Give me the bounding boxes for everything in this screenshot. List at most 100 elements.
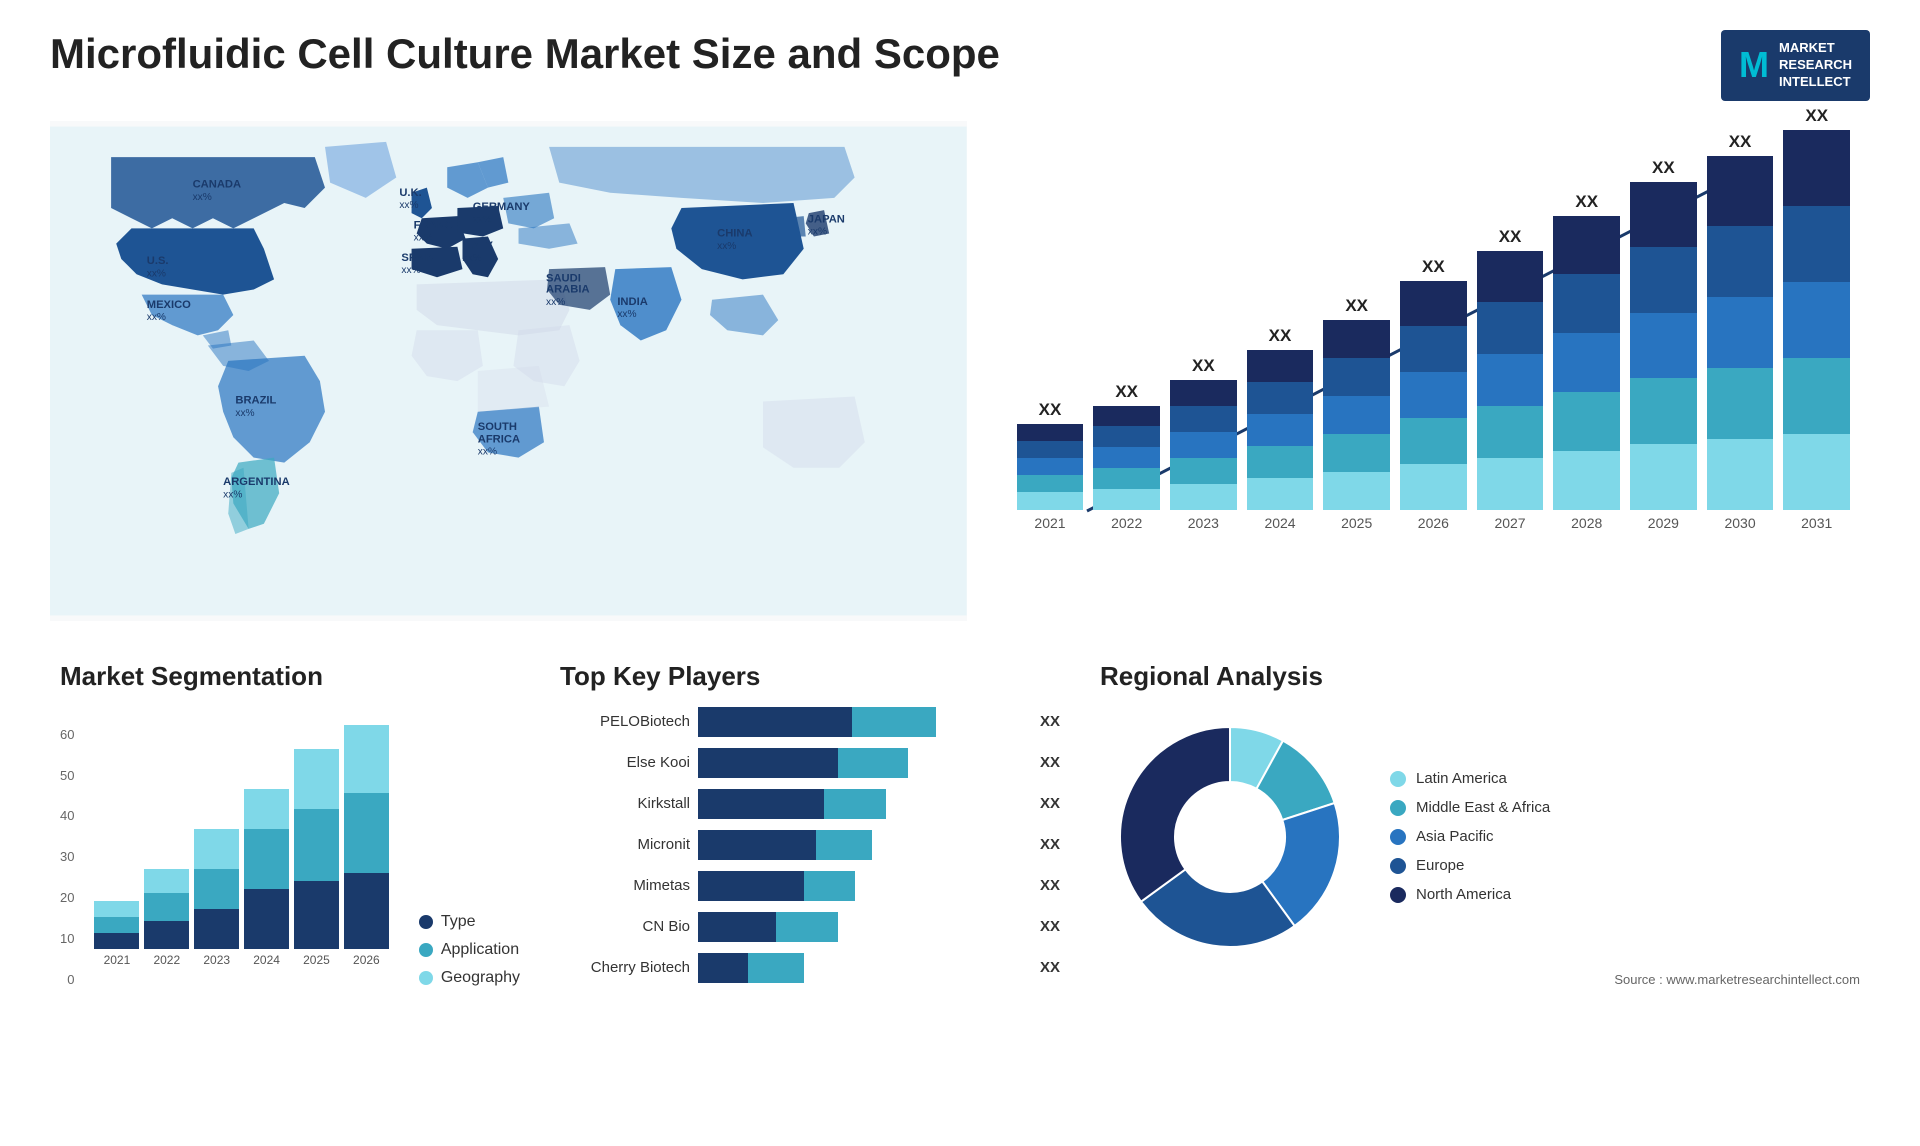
label-india: INDIA (617, 295, 647, 307)
player-bar (698, 830, 872, 860)
regional-container: Regional Analysis Latin America Middle Ea… (1090, 651, 1870, 1031)
players-container: Top Key Players PELOBiotechXXElse KooiXX… (550, 651, 1070, 1031)
label-saudi2: ARABIA (546, 283, 590, 295)
seg-segment (144, 921, 189, 949)
bar-segment (1017, 475, 1084, 492)
seg-bar-group: 2025 (294, 749, 339, 967)
bar-segment (1170, 484, 1237, 510)
bar-segment (1553, 333, 1620, 392)
label-spain-val: xx% (401, 265, 420, 276)
bar-segment (1477, 251, 1544, 303)
bar-segment (1553, 392, 1620, 451)
reg-legend-item: North America (1390, 886, 1550, 903)
seg-legend-item: Type (419, 913, 520, 931)
player-xx-label: XX (1040, 713, 1060, 730)
label-spain: SPAIN (401, 252, 434, 264)
bar-segment (1630, 378, 1697, 444)
bar-top-label: XX (1345, 296, 1368, 316)
player-bar-container (698, 871, 1024, 901)
logo-text: MARKET RESEARCH INTELLECT (1779, 40, 1852, 91)
bar-segment (1477, 354, 1544, 406)
seg-year-label: 2024 (253, 953, 280, 967)
bar-segment (1247, 478, 1314, 510)
bar-year-label: 2029 (1648, 515, 1679, 531)
label-us-val: xx% (147, 268, 166, 279)
player-bar (698, 748, 908, 778)
bar-stack (1553, 216, 1620, 510)
label-southafrica2: AFRICA (478, 433, 520, 445)
bar-segment (1477, 302, 1544, 354)
label-japan: JAPAN (808, 213, 845, 225)
seg-bar-group: 2026 (344, 725, 389, 967)
seg-segment (294, 809, 339, 881)
label-canada-val: xx% (193, 192, 212, 203)
reg-legend-item: Asia Pacific (1390, 828, 1550, 845)
bar-stack (1017, 424, 1084, 510)
bar-stack (1783, 130, 1850, 510)
donut-segment (1120, 727, 1230, 902)
bar-segment (1707, 368, 1774, 439)
bar-group: XX2028 (1553, 192, 1620, 531)
bar-top-label: XX (1269, 326, 1292, 346)
bar-segment (1783, 282, 1850, 358)
bar-group: XX2031 (1783, 106, 1850, 531)
bar-segment (1707, 226, 1774, 297)
bar-segment (1553, 451, 1620, 510)
bar-segment (1017, 441, 1084, 458)
bar-segment (1553, 274, 1620, 333)
label-germany-val: xx% (473, 214, 492, 225)
seg-stack (194, 829, 239, 949)
player-bar-seg1 (698, 789, 824, 819)
bar-stack (1630, 182, 1697, 510)
player-row: Else KooiXX (560, 748, 1060, 778)
bar-stack (1400, 281, 1467, 510)
label-italy-val: xx% (463, 253, 482, 264)
bar-segment (1170, 406, 1237, 432)
player-name: Micronit (560, 836, 690, 853)
label-canada: CANADA (193, 178, 241, 190)
player-bar (698, 912, 838, 942)
player-name: Cherry Biotech (560, 959, 690, 976)
bar-top-label: XX (1729, 132, 1752, 152)
seg-stack (94, 901, 139, 949)
seg-stack (294, 749, 339, 949)
player-bar-container (698, 912, 1024, 942)
reg-legend-label: Asia Pacific (1416, 828, 1494, 845)
seg-legend-dot (419, 943, 433, 957)
player-bar (698, 871, 855, 901)
label-southafrica-val: xx% (478, 446, 497, 457)
header: Microfluidic Cell Culture Market Size an… (50, 30, 1870, 101)
reg-legend-label: Latin America (1416, 770, 1507, 787)
seg-chart-area: 60 50 40 30 20 10 0 20212022202320242025… (60, 707, 520, 987)
bar-segment (1477, 458, 1544, 510)
regional-title: Regional Analysis (1100, 661, 1860, 692)
player-row: Cherry BiotechXX (560, 953, 1060, 983)
bar-group: XX2022 (1093, 382, 1160, 531)
seg-bar-group: 2024 (244, 789, 289, 967)
bar-year-label: 2027 (1494, 515, 1525, 531)
label-saudi-val: xx% (546, 296, 565, 307)
label-china-val: xx% (717, 240, 736, 251)
segmentation-title: Market Segmentation (60, 661, 520, 692)
seg-legend-dot (419, 915, 433, 929)
player-xx-label: XX (1040, 836, 1060, 853)
bar-segment (1170, 380, 1237, 406)
map-svg: CANADA xx% U.S. xx% MEXICO xx% BRAZIL xx… (50, 121, 967, 621)
player-bar-seg1 (698, 707, 852, 737)
player-bar-container (698, 707, 1024, 737)
bar-segment (1400, 372, 1467, 418)
label-mexico-val: xx% (147, 312, 166, 323)
bar-segment (1017, 492, 1084, 509)
seg-segment (244, 889, 289, 949)
bar-stack (1323, 320, 1390, 510)
donut-chart (1100, 707, 1360, 967)
top-section: CANADA xx% U.S. xx% MEXICO xx% BRAZIL xx… (50, 121, 1870, 621)
reg-legend-label: Europe (1416, 857, 1464, 874)
bar-group: XX2029 (1630, 158, 1697, 531)
seg-bar-group: 2021 (94, 901, 139, 967)
bar-stack (1707, 156, 1774, 510)
bar-year-label: 2026 (1418, 515, 1449, 531)
bar-segment (1400, 281, 1467, 327)
donut-area: Latin America Middle East & Africa Asia Pa… (1100, 707, 1860, 967)
reg-legend-label: Middle East & Africa (1416, 799, 1550, 816)
